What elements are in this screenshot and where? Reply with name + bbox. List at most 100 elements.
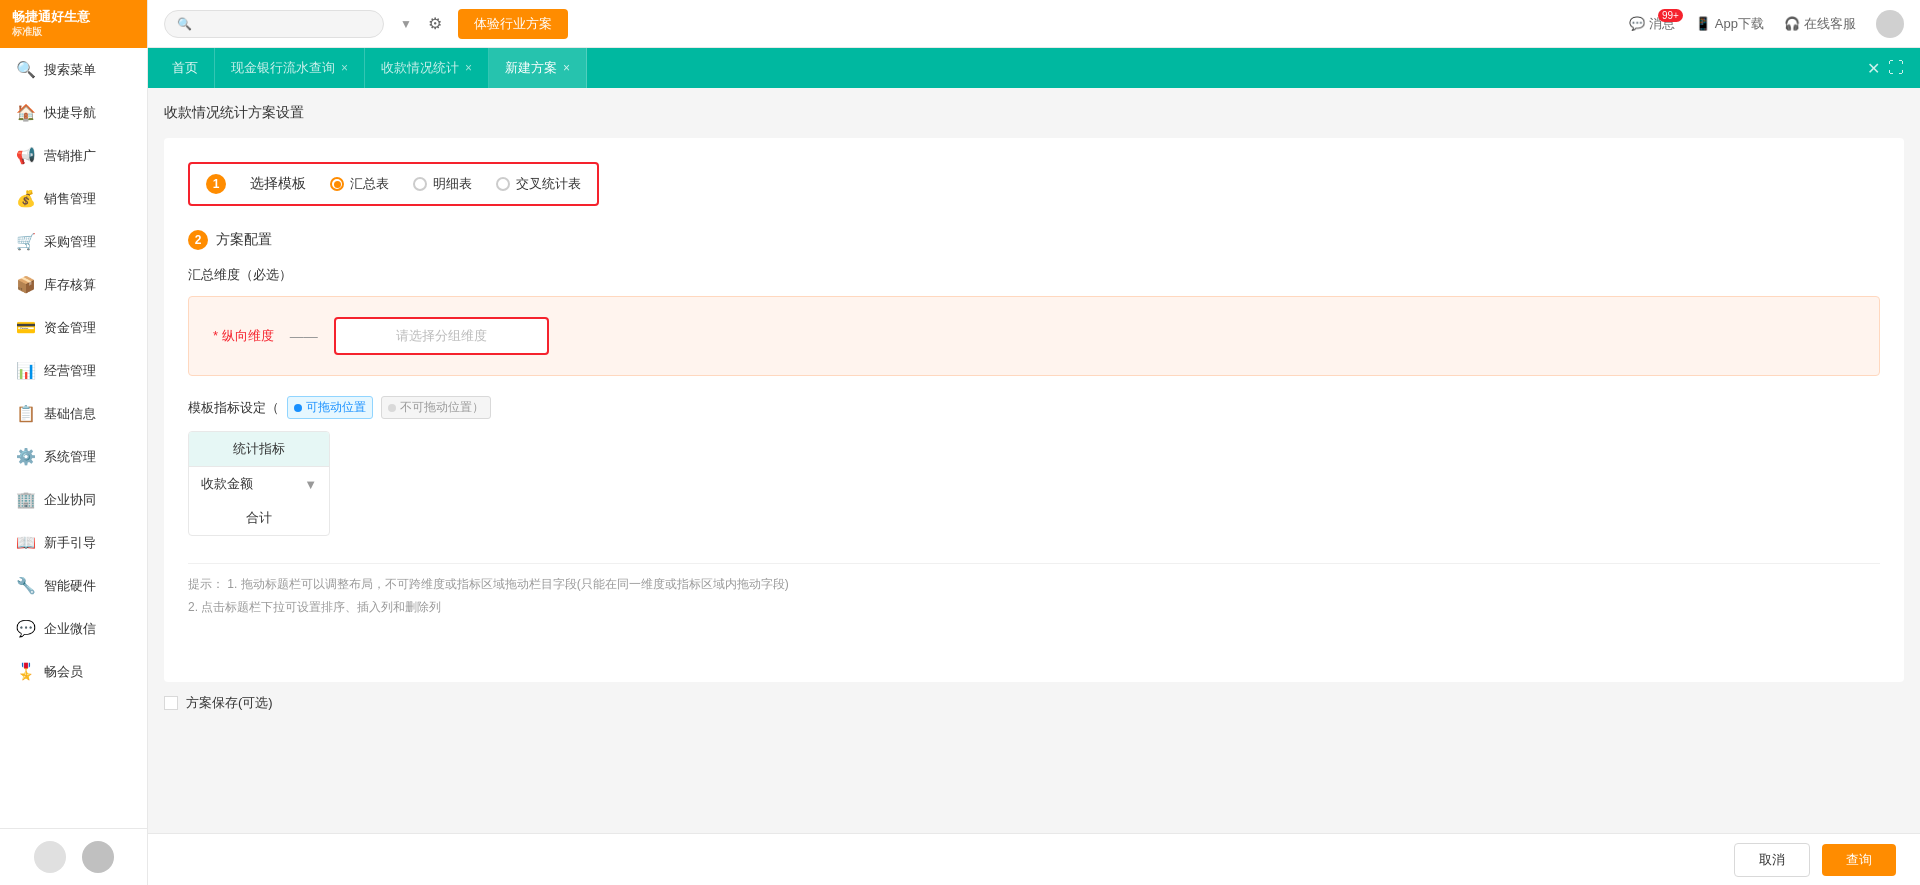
metrics-table: 统计指标 收款金额 ▼ 合计 (188, 431, 330, 536)
sidebar-item-management[interactable]: 📊 经营管理 (0, 349, 147, 392)
sidebar-item-label: 资金管理 (44, 319, 96, 337)
radio-circle-detail (413, 177, 427, 191)
inventory-icon: 📦 (16, 275, 36, 294)
dimension-group-label: 汇总维度（必选） (188, 266, 1880, 284)
tab-label: 收款情况统计 (381, 59, 459, 77)
service-icon: 🎧 (1784, 16, 1800, 31)
user-avatar[interactable] (1876, 10, 1904, 38)
sidebar-item-label: 企业协同 (44, 491, 96, 509)
metrics-row-label: 收款金额 (201, 475, 253, 493)
gear-icon[interactable]: ⚙ (428, 14, 442, 33)
wechat-icon: 💬 (16, 619, 36, 638)
non-draggable-dot (388, 404, 396, 412)
save-checkbox[interactable] (164, 696, 178, 710)
sidebar-item-wechat[interactable]: 💬 企业微信 (0, 607, 147, 650)
sidebar-item-inventory[interactable]: 📦 库存核算 (0, 263, 147, 306)
finance-icon: 💳 (16, 318, 36, 337)
sidebar-item-marketing[interactable]: 📢 营销推广 (0, 134, 147, 177)
query-button[interactable]: 查询 (1822, 844, 1896, 876)
close-window-icon[interactable]: ✕ (1867, 59, 1880, 78)
sidebar-footer (0, 828, 147, 885)
dimension-area: * 纵向维度 —— 请选择分组维度 (188, 296, 1880, 376)
metrics-row-total: 合计 (189, 501, 329, 535)
tab-bar-actions: ✕ ⛶ (1867, 48, 1912, 88)
marketing-icon: 📢 (16, 146, 36, 165)
tab-label: 新建方案 (505, 59, 557, 77)
sidebar-item-label: 新手引导 (44, 534, 96, 552)
tab-collection[interactable]: 收款情况统计 × (365, 48, 489, 88)
logo-text: 畅捷通好生意 (12, 9, 90, 25)
home-icon: 🏠 (16, 103, 36, 122)
message-item[interactable]: 💬 消息 99+ (1629, 15, 1675, 33)
search-icon: 🔍 (177, 17, 192, 31)
user-avatar (34, 841, 66, 873)
sidebar-item-enterprise[interactable]: 🏢 企业协同 (0, 478, 147, 521)
dropdown-icon[interactable]: ▼ (304, 477, 317, 492)
page-title: 收款情况统计方案设置 (164, 104, 1904, 122)
sidebar-item-purchase[interactable]: 🛒 采购管理 (0, 220, 147, 263)
radio-label-detail: 明细表 (433, 175, 472, 193)
tab-newplan[interactable]: 新建方案 × (489, 48, 587, 88)
member-icon: 🎖️ (16, 662, 36, 681)
guide-icon: 📖 (16, 533, 36, 552)
section2-header: 2 方案配置 (188, 230, 1880, 250)
sidebar: 畅捷通好生意 标准版 🔍 搜索菜单 🏠 快捷导航 📢 营销推广 💰 销售管理 🛒… (0, 0, 148, 885)
sidebar-item-basic[interactable]: 📋 基础信息 (0, 392, 147, 435)
management-icon: 📊 (16, 361, 36, 380)
sidebar-item-label: 采购管理 (44, 233, 96, 251)
section1-title: 选择模板 (250, 175, 306, 193)
maximize-icon[interactable]: ⛶ (1888, 59, 1904, 77)
radio-summary[interactable]: 汇总表 (330, 175, 389, 193)
download-icon: 📱 (1695, 16, 1711, 31)
basic-icon: 📋 (16, 404, 36, 423)
main-area: 🔍 ▼ ⚙ 体验行业方案 💬 消息 99+ 📱 App下载 🎧 在线客服 (148, 0, 1920, 885)
sidebar-item-label: 销售管理 (44, 190, 96, 208)
tab-bar: 首页 现金银行流水查询 × 收款情况统计 × 新建方案 × ✕ ⛶ (148, 48, 1920, 88)
sidebar-item-sales[interactable]: 💰 销售管理 (0, 177, 147, 220)
main-card: 1 选择模板 汇总表 明细表 (164, 138, 1904, 682)
sidebar-item-system[interactable]: ⚙️ 系统管理 (0, 435, 147, 478)
sidebar-item-finance[interactable]: 💳 资金管理 (0, 306, 147, 349)
radio-detail[interactable]: 明细表 (413, 175, 472, 193)
metrics-setting: 模板指标设定（ 可拖动位置 不可拖动位置） 统计指标 (188, 396, 1880, 539)
tab-cashflow[interactable]: 现金银行流水查询 × (215, 48, 365, 88)
dimension-selector[interactable]: 请选择分组维度 (334, 317, 549, 355)
content-area: 收款情况统计方案设置 1 选择模板 汇总表 (148, 88, 1920, 885)
header-right: 💬 消息 99+ 📱 App下载 🎧 在线客服 (1629, 10, 1904, 38)
sidebar-item-search[interactable]: 🔍 搜索菜单 (0, 48, 147, 91)
header-search: 🔍 (164, 10, 384, 38)
sidebar-item-quicknav[interactable]: 🏠 快捷导航 (0, 91, 147, 134)
sidebar-item-label: 企业微信 (44, 620, 96, 638)
metrics-total-label: 合计 (246, 509, 272, 527)
tab-home[interactable]: 首页 (156, 48, 215, 88)
close-icon[interactable]: × (563, 61, 570, 75)
radio-circle-cross (496, 177, 510, 191)
sidebar-item-label: 搜索菜单 (44, 61, 96, 79)
hardware-icon: 🔧 (16, 576, 36, 595)
service-item[interactable]: 🎧 在线客服 (1784, 15, 1856, 33)
template-select-row: 1 选择模板 汇总表 明细表 (188, 162, 599, 206)
edition-label: 标准版 (12, 25, 90, 39)
sidebar-item-member[interactable]: 🎖️ 畅会员 (0, 650, 147, 693)
page-content: 收款情况统计方案设置 1 选择模板 汇总表 (148, 88, 1920, 833)
sidebar-item-guide[interactable]: 📖 新手引导 (0, 521, 147, 564)
sidebar-item-label: 快捷导航 (44, 104, 96, 122)
app-logo: 畅捷通好生意 标准版 (0, 0, 147, 48)
message-badge: 99+ (1658, 9, 1683, 22)
system-icon: ⚙️ (16, 447, 36, 466)
metrics-prefix: 模板指标设定（ (188, 399, 279, 417)
close-icon[interactable]: × (341, 61, 348, 75)
metrics-column-header: 统计指标 (189, 432, 329, 467)
cancel-button[interactable]: 取消 (1734, 843, 1810, 877)
dropdown-text: ▼ (400, 17, 412, 31)
header-dropdown[interactable]: ▼ (400, 17, 412, 31)
close-icon[interactable]: × (465, 61, 472, 75)
service-label: 在线客服 (1804, 15, 1856, 33)
sidebar-item-hardware[interactable]: 🔧 智能硬件 (0, 564, 147, 607)
trial-button[interactable]: 体验行业方案 (458, 9, 568, 39)
radio-cross[interactable]: 交叉统计表 (496, 175, 581, 193)
radio-label-cross: 交叉统计表 (516, 175, 581, 193)
draggable-badge: 可拖动位置 (287, 396, 373, 419)
section-config: 2 方案配置 汇总维度（必选） * 纵向维度 —— 请选择分组维度 (188, 230, 1880, 634)
download-item[interactable]: 📱 App下载 (1695, 15, 1764, 33)
